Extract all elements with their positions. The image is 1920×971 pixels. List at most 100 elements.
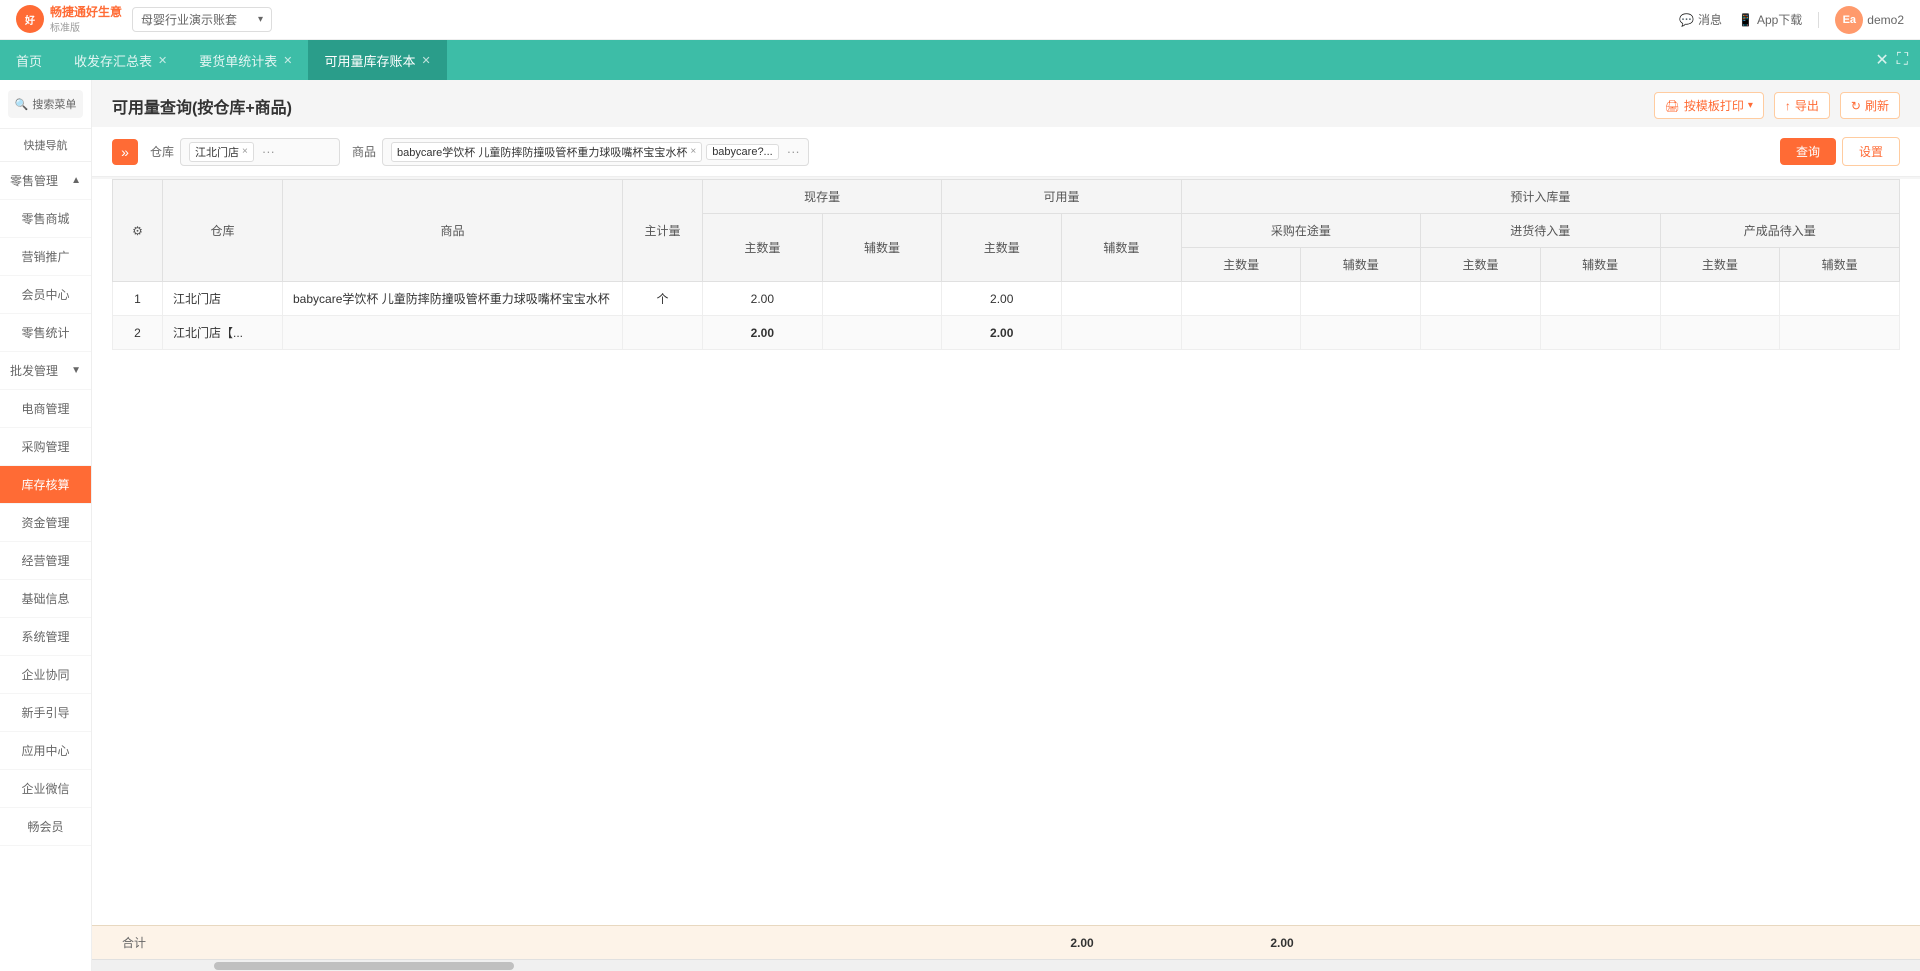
sidebar-item-retail-stats[interactable]: 零售统计 [0, 314, 91, 352]
th-purchase-in-group: 采购在途量 [1181, 214, 1420, 248]
sidebar-item-inventory-check[interactable]: 库存核算 [0, 466, 91, 504]
table-row: 2 江北门店【... 2.00 2.00 [113, 316, 1900, 350]
product-tag-1-text: babycare学饮杯 儿童防摔防撞吸管杯重力球吸嘴杯宝宝水杯 [397, 144, 687, 160]
product-filter-label: 商品 [352, 143, 376, 160]
phone-icon: 📱 [1738, 13, 1753, 27]
industry-selector[interactable]: 母婴行业演示账套 ▾ [132, 7, 272, 32]
sidebar-item-app-center[interactable]: 应用中心 [0, 732, 91, 770]
sidebar-item-new-guide[interactable]: 新手引导 [0, 694, 91, 732]
sidebar-item-member-center[interactable]: 会员中心 [0, 276, 91, 314]
app-download-action[interactable]: 📱 App下载 [1738, 11, 1802, 28]
message-icon: 💬 [1679, 13, 1694, 27]
refresh-button[interactable]: ↻ 刷新 [1840, 92, 1900, 119]
sidebar-item-quick-nav[interactable]: 快捷导航 [0, 129, 91, 162]
sidebar-item-system-mgmt[interactable]: 系统管理 [0, 618, 91, 656]
sidebar-item-enterprise-collab[interactable]: 企业协同 [0, 656, 91, 694]
scroll-thumb[interactable] [214, 962, 514, 970]
sidebar-item-retail-stats-label: 零售统计 [21, 324, 69, 341]
sidebar-item-retail-mgmt[interactable]: 零售管理 ▲ [0, 162, 91, 200]
sidebar-item-system-label: 系统管理 [21, 628, 69, 645]
row2-product-main [1660, 316, 1780, 350]
sidebar-item-finance-label: 资金管理 [21, 514, 69, 531]
template-print-label: 按模板打印 [1684, 97, 1744, 114]
footer-available-main: 2.00 [1232, 936, 1332, 950]
th-product-pending-group: 产成品待入量 [1660, 214, 1900, 248]
row2-purchase-aux [1301, 316, 1421, 350]
sidebar-item-ecommerce-label: 电商管理 [21, 400, 69, 417]
tab-available-stock-close[interactable]: ✕ [422, 54, 431, 67]
app-label: App下载 [1757, 11, 1802, 28]
sidebar-item-enterprise-wechat[interactable]: 企业微信 [0, 770, 91, 808]
tab-order-stats-close[interactable]: ✕ [283, 54, 292, 67]
row2-goods-aux [1540, 316, 1660, 350]
logo-text-block: 畅捷通好生意 标准版 [50, 5, 122, 34]
sidebar-item-operation-mgmt[interactable]: 经营管理 [0, 542, 91, 580]
nav-close-all[interactable]: ✕ ⛶ [1863, 50, 1920, 70]
close-all-icon: ✕ [1875, 50, 1888, 70]
product-filter-more[interactable]: ··· [787, 144, 800, 159]
row2-stock-main: 2.00 [703, 316, 823, 350]
sidebar: 🔍 搜索菜单 快捷导航 零售管理 ▲ 零售商城 营销推广 会员中心 零售统计 批… [0, 80, 92, 971]
sidebar-item-retail-mall-label: 零售商城 [21, 210, 69, 227]
tab-order-stats[interactable]: 要货单统计表 ✕ [183, 40, 308, 80]
sidebar-item-retail-mgmt-label: 零售管理 [10, 172, 58, 189]
warehouse-filter-label: 仓库 [150, 143, 174, 160]
sidebar-item-retail-mall[interactable]: 零售商城 [0, 200, 91, 238]
print-icon: 🖨 [1665, 99, 1680, 113]
th-settings-icon[interactable]: ⚙ [113, 180, 163, 282]
warehouse-tag-container[interactable]: 江北门店 × ··· [180, 138, 340, 166]
sidebar-item-finance-mgmt[interactable]: 资金管理 [0, 504, 91, 542]
main-layout: 🔍 搜索菜单 快捷导航 零售管理 ▲ 零售商城 营销推广 会员中心 零售统计 批… [0, 80, 1920, 971]
product-tag-1-close[interactable]: × [690, 146, 696, 157]
filter-more-dots[interactable]: ··· [262, 144, 275, 159]
search-menu-button[interactable]: 🔍 搜索菜单 [8, 90, 83, 118]
tab-available-stock[interactable]: 可用量库存账本 ✕ [308, 40, 446, 80]
export-button[interactable]: ↑ 导出 [1774, 92, 1830, 119]
page-title: 可用量查询(按仓库+商品) [112, 94, 292, 118]
th-available-group: 可用量 [942, 180, 1181, 214]
warehouse-filter-group: 仓库 江北门店 × ··· [150, 138, 340, 166]
row1-product-aux [1780, 282, 1900, 316]
sidebar-item-operation-label: 经营管理 [21, 552, 69, 569]
row2-goods-main [1421, 316, 1541, 350]
user-action[interactable]: Ea demo2 [1835, 6, 1904, 34]
msg-action[interactable]: 💬 消息 [1679, 11, 1722, 28]
row1-purchase-aux [1301, 282, 1421, 316]
row2-stock-aux [822, 316, 942, 350]
sidebar-item-marketing[interactable]: 营销推广 [0, 238, 91, 276]
row2-available-main: 2.00 [942, 316, 1062, 350]
settings-button[interactable]: 设置 [1842, 137, 1900, 166]
tab-order-stats-label: 要货单统计表 [199, 51, 277, 70]
sidebar-item-basic-info[interactable]: 基础信息 [0, 580, 91, 618]
query-button[interactable]: 查询 [1780, 138, 1836, 165]
row1-product: babycare学饮杯 儿童防摔防撞吸管杯重力球吸嘴杯宝宝水杯 [283, 282, 623, 316]
sidebar-item-vip-member[interactable]: 畅会员 [0, 808, 91, 846]
sidebar-item-member-center-label: 会员中心 [21, 286, 69, 303]
logo-text: 畅捷通好生意 [50, 5, 122, 19]
row1-goods-main [1421, 282, 1541, 316]
warehouse-tag-close[interactable]: × [242, 146, 248, 157]
product-tag-container[interactable]: babycare学饮杯 儿童防摔防撞吸管杯重力球吸嘴杯宝宝水杯 × babyca… [382, 138, 809, 166]
user-label: demo2 [1867, 13, 1904, 27]
template-print-button[interactable]: 🖨 按模板打印 ▾ [1654, 92, 1764, 119]
chevron-down-icon-wholesale: ▼ [71, 365, 81, 376]
footer-stock-main: 2.00 [1032, 936, 1132, 950]
sidebar-item-wholesale-mgmt[interactable]: 批发管理 ▼ [0, 352, 91, 390]
sidebar-item-wechat-label: 企业微信 [21, 780, 69, 797]
sidebar-item-ecommerce-mgmt[interactable]: 电商管理 [0, 390, 91, 428]
row1-purchase-main [1181, 282, 1301, 316]
sidebar-item-purchase-mgmt[interactable]: 采购管理 [0, 428, 91, 466]
sidebar-item-new-guide-label: 新手引导 [21, 704, 69, 721]
row1-unit: 个 [623, 282, 703, 316]
th-available-main: 主数量 [942, 214, 1062, 282]
tab-income-expense-label: 收发存汇总表 [74, 51, 152, 70]
tab-home[interactable]: 首页 [0, 40, 58, 80]
th-goods-main: 主数量 [1421, 248, 1541, 282]
horizontal-scrollbar[interactable] [92, 959, 1920, 971]
tab-income-expense[interactable]: 收发存汇总表 ✕ [58, 40, 183, 80]
th-stock-aux: 辅数量 [822, 214, 942, 282]
avatar-text: Ea [1843, 14, 1856, 26]
logo-sub: 标准版 [50, 19, 122, 34]
tab-income-expense-close[interactable]: ✕ [158, 54, 167, 67]
filter-toggle-button[interactable]: » [112, 139, 138, 165]
